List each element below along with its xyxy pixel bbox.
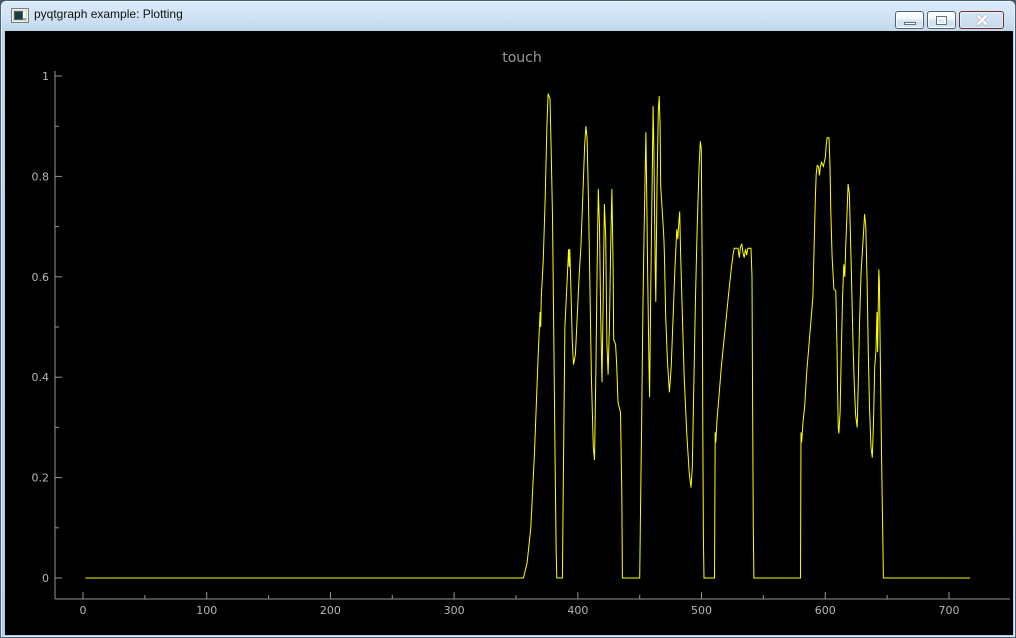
svg-text:0.4: 0.4 — [32, 371, 50, 384]
close-button[interactable] — [959, 11, 1004, 29]
minimize-icon — [903, 22, 916, 25]
svg-text:0.6: 0.6 — [32, 271, 50, 284]
plot-title: touch — [502, 50, 542, 66]
svg-text:0: 0 — [80, 604, 87, 617]
svg-text:1: 1 — [42, 70, 49, 83]
plot-axes: 0 0.2 0.4 0.6 0.8 1 0 100 200 300 400 500 600 700 — [32, 70, 1010, 617]
svg-text:0.8: 0.8 — [32, 170, 50, 183]
svg-text:600: 600 — [815, 604, 836, 617]
svg-text:200: 200 — [320, 604, 341, 617]
svg-text:100: 100 — [196, 604, 217, 617]
close-icon — [976, 15, 988, 25]
plot-canvas[interactable]: touch 0 0.2 0.4 0.6 0.8 1 0 100 200 300 400 500 600 7… — [5, 31, 1013, 635]
plot-trace — [85, 93, 970, 579]
window-title: pyqtgraph example: Plotting — [34, 7, 183, 21]
svg-text:400: 400 — [567, 604, 588, 617]
svg-text:500: 500 — [691, 604, 712, 617]
svg-text:0.2: 0.2 — [32, 472, 50, 485]
svg-text:300: 300 — [444, 604, 465, 617]
maximize-icon — [936, 15, 947, 25]
titlebar[interactable]: pyqtgraph example: Plotting — [1, 1, 1015, 31]
minimize-button[interactable] — [895, 11, 924, 29]
app-icon — [11, 8, 29, 23]
plot-client-area: touch 0 0.2 0.4 0.6 0.8 1 0 100 200 300 400 500 600 7… — [5, 31, 1013, 635]
app-window: pyqtgraph example: Plotting touch 0 0.2 0.… — [0, 0, 1016, 638]
window-controls — [895, 11, 1004, 29]
maximize-button[interactable] — [927, 11, 956, 29]
svg-text:700: 700 — [938, 604, 959, 617]
svg-text:0: 0 — [42, 572, 49, 585]
